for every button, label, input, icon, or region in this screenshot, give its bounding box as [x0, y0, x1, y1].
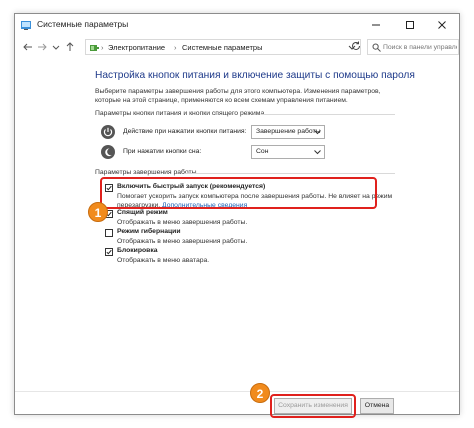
power-section-label: Параметры кнопки питания и кнопки спящег… — [95, 110, 265, 117]
maximize-icon — [406, 21, 414, 29]
sleep-button-action-select[interactable]: Сон — [251, 145, 325, 159]
breadcrumb-separator: › — [101, 43, 104, 52]
breadcrumb-power-options[interactable]: Электропитание — [108, 43, 165, 52]
checkmark-icon — [106, 249, 112, 255]
refresh-icon[interactable] — [349, 39, 363, 53]
up-button[interactable] — [63, 40, 77, 54]
footer-divider — [15, 391, 459, 392]
close-icon — [438, 21, 446, 29]
search-input[interactable] — [383, 41, 457, 53]
fast-startup-highlight — [100, 177, 377, 209]
back-button[interactable] — [21, 40, 35, 54]
section-divider — [261, 114, 395, 115]
lock-description: Отображать в меню аватара. — [117, 257, 210, 264]
sleep-description: Отображать в меню завершения работы. — [117, 219, 248, 226]
maximize-button[interactable] — [393, 14, 427, 36]
arrow-up-icon — [66, 42, 74, 51]
shutdown-section-label: Параметры завершения работы — [95, 169, 197, 176]
chevron-down-icon — [314, 130, 321, 135]
power-button-action-value: Завершение работы — [256, 128, 321, 135]
page-title: Настройка кнопок питания и включение защ… — [95, 70, 415, 81]
save-button-highlight — [270, 394, 356, 418]
search-icon — [372, 43, 381, 52]
sleep-button-action-value: Сон — [256, 148, 269, 155]
chevron-down-icon — [52, 45, 60, 50]
chevron-down-icon — [314, 150, 321, 155]
sleep-label[interactable]: Спящий режим — [117, 209, 168, 216]
minimize-button[interactable] — [359, 14, 393, 36]
control-panel-icon — [21, 21, 31, 30]
power-button-icon — [101, 125, 115, 139]
cancel-button[interactable]: Отмена — [360, 398, 394, 414]
hibernate-description: Отображать в меню завершения работы. — [117, 238, 248, 245]
step-2-badge: 2 — [250, 383, 270, 403]
arrow-right-icon — [38, 43, 47, 51]
arrow-left-icon — [23, 43, 32, 51]
sleep-button-icon — [101, 145, 115, 159]
section-divider — [185, 173, 395, 174]
address-box[interactable]: › Электропитание › Системные параметры — [85, 39, 361, 55]
minimize-icon — [372, 24, 380, 26]
address-bar: › Электропитание › Системные параметры — [15, 36, 459, 58]
system-settings-window: Системные параметры › Электропитание › С… — [14, 13, 460, 418]
recent-dropdown-button[interactable] — [49, 40, 63, 54]
power-options-icon — [90, 45, 99, 51]
window-title: Системные параметры — [37, 19, 129, 29]
breadcrumb-separator: › — [174, 43, 177, 52]
breadcrumb-system-settings[interactable]: Системные параметры — [182, 43, 262, 52]
close-button[interactable] — [425, 14, 459, 36]
forward-button[interactable] — [35, 40, 49, 54]
lock-label[interactable]: Блокировка — [117, 247, 158, 254]
power-button-label: Действие при нажатии кнопки питания: — [123, 128, 247, 135]
step-1-badge: 1 — [88, 202, 108, 222]
power-button-action-select[interactable]: Завершение работы — [251, 125, 325, 139]
page-description: Выберите параметры завершения работы для… — [95, 88, 381, 104]
hibernate-checkbox[interactable] — [105, 229, 113, 237]
hibernate-label[interactable]: Режим гибернации — [117, 228, 181, 235]
title-bar: Системные параметры — [15, 14, 459, 36]
lock-checkbox[interactable] — [105, 248, 113, 256]
search-box[interactable] — [367, 39, 459, 55]
sleep-button-label: При нажатии кнопки сна: — [123, 148, 202, 155]
